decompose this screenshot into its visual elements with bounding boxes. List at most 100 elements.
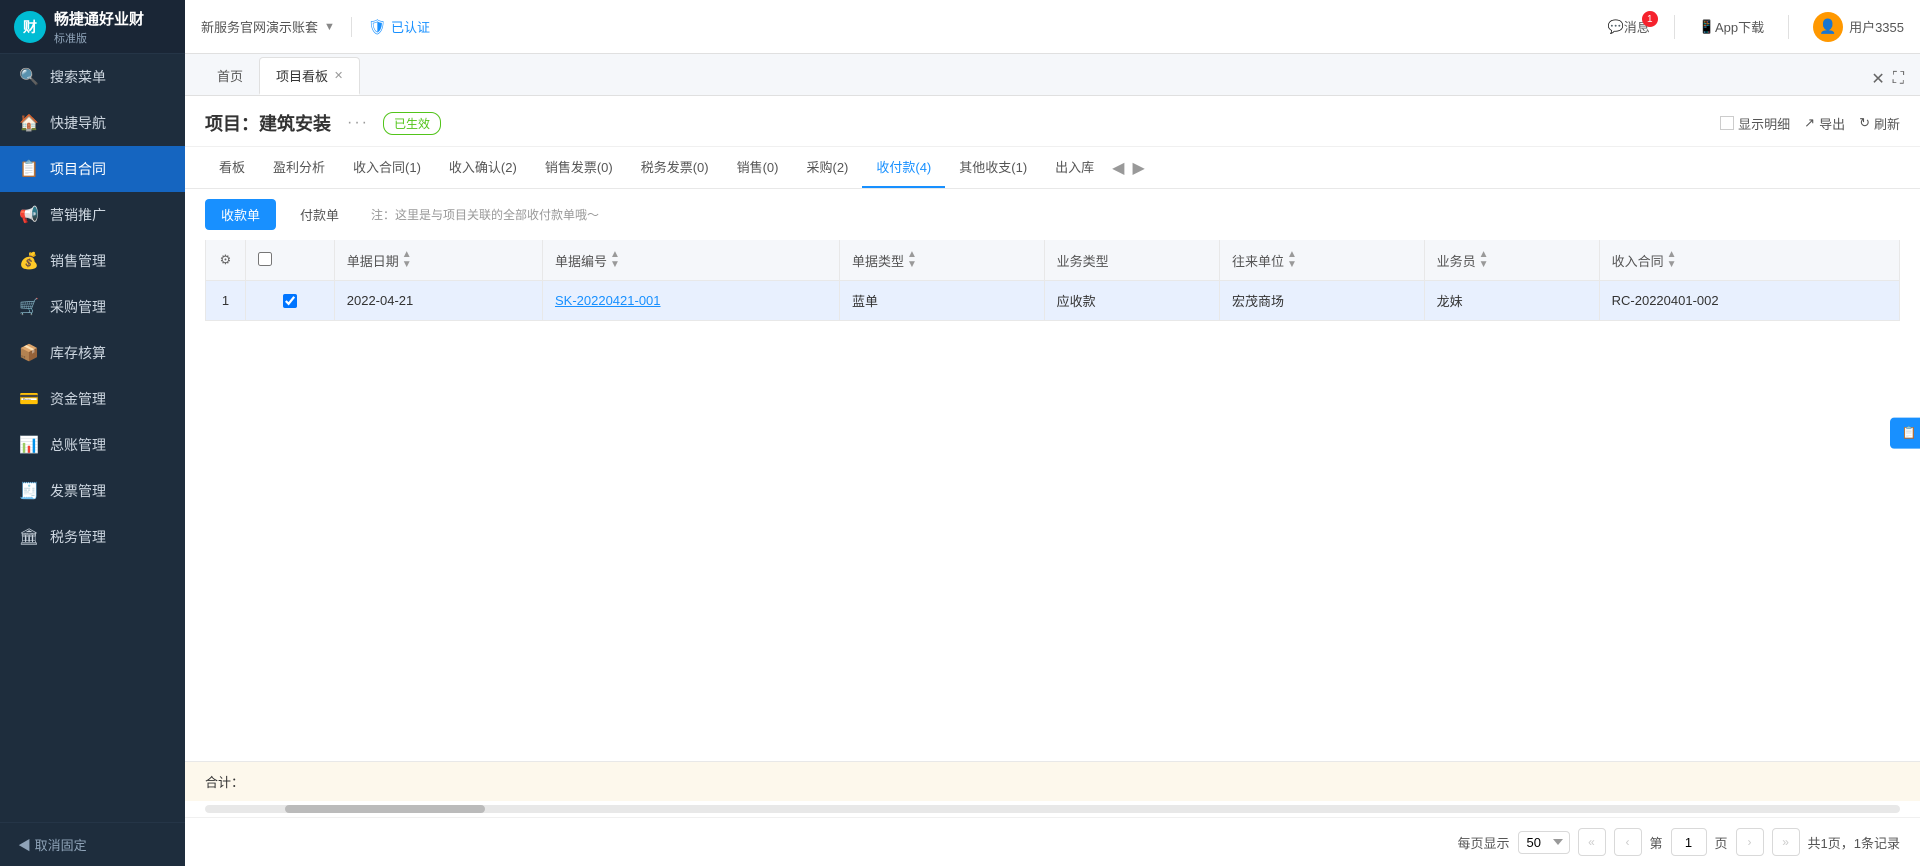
show-detail-checkbox[interactable] <box>1720 116 1734 130</box>
topbar-dropdown-arrow-icon: ▼ <box>324 21 335 33</box>
first-page-button[interactable]: « <box>1578 828 1606 856</box>
project-actions: 显示明细 ↗ 导出 ↻ 刷新 <box>1720 114 1900 133</box>
sub-nav-item-10[interactable]: 出入库 <box>1041 147 1108 188</box>
sub-nav-item-6[interactable]: 销售(0) <box>723 147 793 188</box>
inner-tab-0[interactable]: 收款单 <box>205 199 276 230</box>
sidebar-label-7: 资金管理 <box>50 389 106 409</box>
scrollbar-thumb[interactable] <box>285 805 485 813</box>
app-logo-icon: 财 <box>14 11 46 43</box>
current-page-input[interactable] <box>1671 828 1707 856</box>
col-biz-type: 业务类型 <box>1044 240 1219 281</box>
col-partner[interactable]: 往来单位 ▲▼ <box>1219 240 1424 281</box>
sidebar-item-1[interactable]: 🏠快捷导航 <box>0 100 185 146</box>
sidebar-label-4: 销售管理 <box>50 251 106 271</box>
sidebar-item-2[interactable]: 📋 项目合同 <box>0 146 185 192</box>
user-avatar: 👤 <box>1813 12 1843 42</box>
col-salesperson[interactable]: 业务员 ▲▼ <box>1424 240 1599 281</box>
topbar-sep1 <box>1674 15 1675 39</box>
sub-nav-item-5[interactable]: 税务发票(0) <box>627 147 723 188</box>
cell-number-0[interactable]: SK-20220421-001 <box>542 281 839 321</box>
project-more-button[interactable]: ··· <box>347 114 369 132</box>
tab-close-icon[interactable]: ✕ <box>334 69 343 82</box>
user-menu-button[interactable]: 👤 用户3355 <box>1813 12 1904 42</box>
sub-nav-item-7[interactable]: 采购(2) <box>792 147 862 188</box>
sidebar-item-6[interactable]: 📦库存核算 <box>0 330 185 376</box>
sidebar-label-0: 搜索菜单 <box>50 67 106 87</box>
tab-close-window-button[interactable]: ✕ <box>1871 69 1884 89</box>
col-date[interactable]: 单据日期 ▲▼ <box>334 240 542 281</box>
sidebar-item-8[interactable]: 📊总账管理 <box>0 422 185 468</box>
row-checkbox-0[interactable] <box>283 294 297 308</box>
messages-button[interactable]: 💬 消息 1 <box>1608 17 1650 36</box>
per-page-select[interactable]: 50 20 100 200 <box>1518 831 1570 854</box>
col-contract[interactable]: 收入合同 ▲▼ <box>1599 240 1899 281</box>
tab-project-board[interactable]: 项目看板 ✕ <box>259 57 360 95</box>
topbar-project-name: 新服务官网演示账套 <box>201 17 318 36</box>
sub-nav-left-arrow[interactable]: ◀ <box>1108 158 1128 178</box>
topbar-sep2 <box>1788 15 1789 39</box>
export-button[interactable]: ↗ 导出 <box>1804 114 1845 133</box>
receipts-table: ⚙ 单据日期 ▲▼ 单据编号 <box>205 240 1900 321</box>
sidebar-icon-2: 📋 <box>18 158 40 180</box>
last-page-button[interactable]: » <box>1772 828 1800 856</box>
sub-nav-item-4[interactable]: 销售发票(0) <box>531 147 627 188</box>
tab-project-board-label: 项目看板 <box>276 66 328 85</box>
col-type[interactable]: 单据类型 ▲▼ <box>840 240 1045 281</box>
sub-nav-item-8[interactable]: 收付款(4) <box>862 147 945 188</box>
sidebar-icon-8: 📊 <box>18 434 40 456</box>
select-all-checkbox[interactable] <box>258 252 272 266</box>
sub-nav-item-0[interactable]: 看板 <box>205 147 259 188</box>
horizontal-scrollbar[interactable] <box>185 801 1920 817</box>
sub-nav-item-1[interactable]: 盈利分析 <box>259 147 339 188</box>
cell-index-0: 1 <box>206 281 246 321</box>
sidebar-item-5[interactable]: 🛒采购管理 <box>0 284 185 330</box>
sub-nav-item-3[interactable]: 收入确认(2) <box>435 147 531 188</box>
sidebar-item-4[interactable]: 💰 销售管理 <box>0 238 185 284</box>
project-status-badge: 已生效 <box>383 112 441 135</box>
right-float-button[interactable]: 📋 <box>1890 418 1920 449</box>
sub-nav-item-9[interactable]: 其他收支(1) <box>945 147 1041 188</box>
sidebar-label-3: 营销推广 <box>50 205 106 225</box>
table-container: ⚙ 单据日期 ▲▼ 单据编号 <box>185 240 1920 761</box>
tab-home-label: 首页 <box>217 66 243 85</box>
sidebar-icon-3: 📢 <box>18 204 40 226</box>
table-row[interactable]: 1 2022-04-21 SK-20220421-001 蓝单 应收款 宏茂商场… <box>206 281 1900 321</box>
table-body: 1 2022-04-21 SK-20220421-001 蓝单 应收款 宏茂商场… <box>206 281 1900 321</box>
sidebar-item-7[interactable]: 💳资金管理 <box>0 376 185 422</box>
cell-type-0: 蓝单 <box>840 281 1045 321</box>
sidebar-icon-0: 🔍 <box>18 66 40 88</box>
next-page-button[interactable]: › <box>1736 828 1764 856</box>
prev-page-button[interactable]: ‹ <box>1614 828 1642 856</box>
sidebar-label-2: 项目合同 <box>50 159 106 179</box>
topbar-right-actions: 💬 消息 1 📱 App下载 👤 用户3355 <box>1608 12 1904 42</box>
tab-fullscreen-button[interactable]: ⛶ <box>1893 70 1904 88</box>
sidebar-icon-4: 💰 <box>18 250 40 272</box>
export-icon: ↗ <box>1804 115 1815 131</box>
sub-nav-right-arrow[interactable]: ▶ <box>1128 158 1148 178</box>
sidebar-icon-9: 🧾 <box>18 480 40 502</box>
sub-nav: 看板盈利分析收入合同(1)收入确认(2)销售发票(0)税务发票(0)销售(0)采… <box>185 147 1920 189</box>
app-download-button[interactable]: 📱 App下载 <box>1699 17 1764 36</box>
inner-tabs-container: 收款单付款单注：这里是与项目关联的全部收付款单哦～ <box>185 189 1920 230</box>
col-number[interactable]: 单据编号 ▲▼ <box>542 240 839 281</box>
table-header-row: ⚙ 单据日期 ▲▼ 单据编号 <box>206 240 1900 281</box>
user-label: 用户3355 <box>1849 17 1904 36</box>
sidebar-item-3[interactable]: 📢 营销推广 <box>0 192 185 238</box>
sub-nav-item-2[interactable]: 收入合同(1) <box>339 147 435 188</box>
col-settings[interactable]: ⚙ <box>206 240 246 281</box>
show-detail-action[interactable]: 显示明细 <box>1720 114 1790 133</box>
pagination: 每页显示 50 20 100 200 « ‹ 第 页 › » 共1页，1条记录 <box>185 817 1920 866</box>
settings-icon[interactable]: ⚙ <box>220 252 232 267</box>
tab-home[interactable]: 首页 <box>201 58 259 95</box>
inner-tab-1[interactable]: 付款单 <box>284 199 355 230</box>
cell-checkbox-0[interactable] <box>246 281 335 321</box>
sidebar-item-10[interactable]: 🏛税务管理 <box>0 514 185 560</box>
topbar-project-selector[interactable]: 新服务官网演示账套 ▼ <box>201 17 335 36</box>
sidebar-unpin-button[interactable]: ◀ 取消固定 <box>0 822 185 866</box>
message-icon: 💬 <box>1608 19 1624 35</box>
sidebar-icon-6: 📦 <box>18 342 40 364</box>
sidebar-item-0[interactable]: 🔍 搜索菜单 <box>0 54 185 100</box>
sidebar-item-9[interactable]: 🧾发票管理 <box>0 468 185 514</box>
sidebar-logo: 财 畅捷通好业财 标准版 <box>0 0 185 54</box>
refresh-button[interactable]: ↻ 刷新 <box>1859 114 1900 133</box>
